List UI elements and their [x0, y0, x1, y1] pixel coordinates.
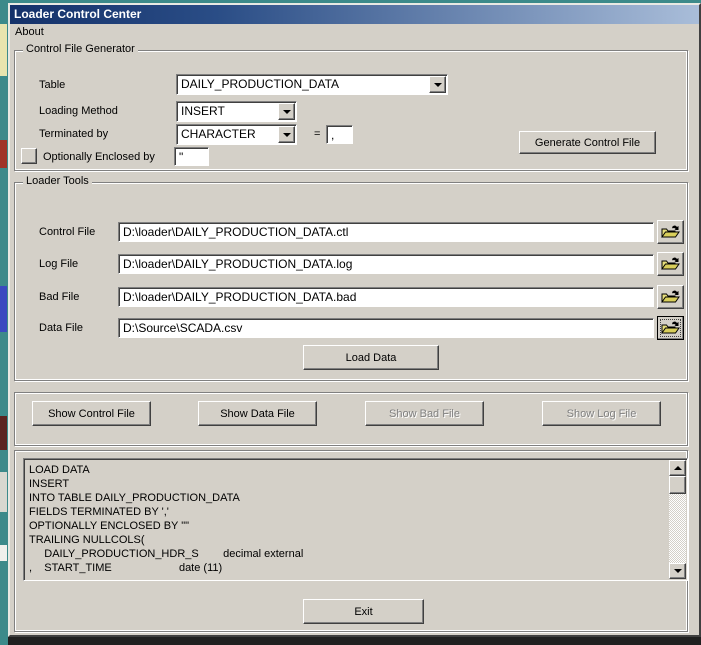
- group-label: Control File Generator: [23, 43, 138, 56]
- terminator-char-value: ,: [331, 128, 335, 142]
- browse-log-file-button[interactable]: [657, 252, 684, 276]
- control-file-label: Control File: [39, 226, 96, 238]
- chevron-down-icon[interactable]: [429, 76, 446, 93]
- loader-control-center-window: Loader Control Center About Control File…: [8, 3, 701, 637]
- optionally-enclosed-checkbox[interactable]: [21, 148, 37, 164]
- show-control-file-button[interactable]: Show Control File: [32, 401, 151, 426]
- show-bad-file-button: Show Bad File: [365, 401, 484, 426]
- log-file-path: D:\loader\DAILY_PRODUCTION_DATA.log: [123, 257, 353, 271]
- control-file-generator-group: Control File Generator Table DAILY_PRODU…: [14, 43, 688, 171]
- log-file-input[interactable]: D:\loader\DAILY_PRODUCTION_DATA.log: [118, 254, 654, 274]
- desktop-icon-fragment: [0, 545, 7, 561]
- desktop-icon-fragment: [0, 24, 7, 76]
- chevron-down-icon[interactable]: [278, 103, 295, 120]
- menu-item-about[interactable]: About: [10, 24, 49, 40]
- table-combobox[interactable]: DAILY_PRODUCTION_DATA: [176, 74, 448, 95]
- open-folder-icon: [661, 225, 680, 238]
- log-file-label: Log File: [39, 258, 79, 270]
- terminator-char-field[interactable]: ,: [326, 125, 353, 144]
- desktop-icon-fragment: [0, 140, 7, 168]
- table-label: Table: [39, 79, 66, 91]
- group-label: Loader Tools: [23, 175, 92, 188]
- show-buttons-group: Show Control File Show Data File Show Ba…: [14, 392, 688, 446]
- desktop-icon-fragment: [0, 286, 7, 332]
- chevron-down-icon[interactable]: [278, 126, 295, 143]
- open-folder-icon: [661, 321, 680, 334]
- desktop-icon-fragment: [0, 472, 7, 512]
- optionally-enclosed-label: Optionally Enclosed by: [43, 151, 155, 163]
- data-file-input[interactable]: D:\Source\SCADA.csv: [118, 318, 654, 338]
- show-log-file-button: Show Log File: [542, 401, 661, 426]
- scrollbar-track[interactable]: [669, 494, 686, 563]
- control-file-preview[interactable]: LOAD DATA INSERT INTO TABLE DAILY_PRODUC…: [23, 458, 688, 581]
- loading-method-label: Loading Method: [39, 105, 118, 117]
- generate-control-file-button[interactable]: Generate Control File: [519, 131, 656, 154]
- browse-data-file-button[interactable]: [657, 316, 684, 340]
- terminated-by-label: Terminated by: [39, 128, 109, 140]
- scroll-down-button[interactable]: [669, 563, 686, 579]
- bad-file-path: D:\loader\DAILY_PRODUCTION_DATA.bad: [123, 290, 357, 304]
- open-folder-icon: [661, 257, 680, 270]
- preview-group: LOAD DATA INSERT INTO TABLE DAILY_PRODUC…: [14, 450, 688, 632]
- enclosed-char-field[interactable]: ": [174, 147, 209, 166]
- vertical-scrollbar[interactable]: [669, 460, 686, 579]
- show-data-file-button[interactable]: Show Data File: [198, 401, 317, 426]
- scroll-up-button[interactable]: [669, 460, 686, 476]
- data-file-path: D:\Source\SCADA.csv: [123, 321, 243, 335]
- enclosed-char-value: ": [179, 150, 184, 164]
- browse-bad-file-button[interactable]: [657, 285, 684, 309]
- data-file-label: Data File: [39, 322, 84, 334]
- control-file-preview-text: LOAD DATA INSERT INTO TABLE DAILY_PRODUC…: [29, 464, 304, 574]
- open-folder-icon: [661, 290, 680, 303]
- menu-bar: About: [10, 24, 699, 42]
- load-data-button[interactable]: Load Data: [303, 345, 439, 370]
- control-file-path: D:\loader\DAILY_PRODUCTION_DATA.ctl: [123, 225, 349, 239]
- taskbar-edge: [8, 637, 701, 645]
- window-title: Loader Control Center: [14, 7, 142, 21]
- scrollbar-thumb[interactable]: [669, 476, 686, 494]
- control-file-input[interactable]: D:\loader\DAILY_PRODUCTION_DATA.ctl: [118, 222, 654, 242]
- bad-file-input[interactable]: D:\loader\DAILY_PRODUCTION_DATA.bad: [118, 287, 654, 307]
- terminated-by-combobox[interactable]: CHARACTER: [176, 124, 297, 145]
- loader-tools-group: Loader Tools Control File D:\loader\DAIL…: [14, 175, 688, 381]
- desktop-icon-fragment: [0, 416, 7, 450]
- browse-control-file-button[interactable]: [657, 220, 684, 244]
- equals-label: =: [314, 128, 321, 140]
- table-combobox-value: DAILY_PRODUCTION_DATA: [181, 77, 340, 91]
- title-bar[interactable]: Loader Control Center: [10, 5, 699, 24]
- arrow-up-icon: [673, 466, 682, 470]
- loading-method-combobox[interactable]: INSERT: [176, 101, 297, 122]
- exit-button[interactable]: Exit: [303, 599, 424, 624]
- bad-file-label: Bad File: [39, 291, 80, 303]
- arrow-down-icon: [673, 569, 682, 573]
